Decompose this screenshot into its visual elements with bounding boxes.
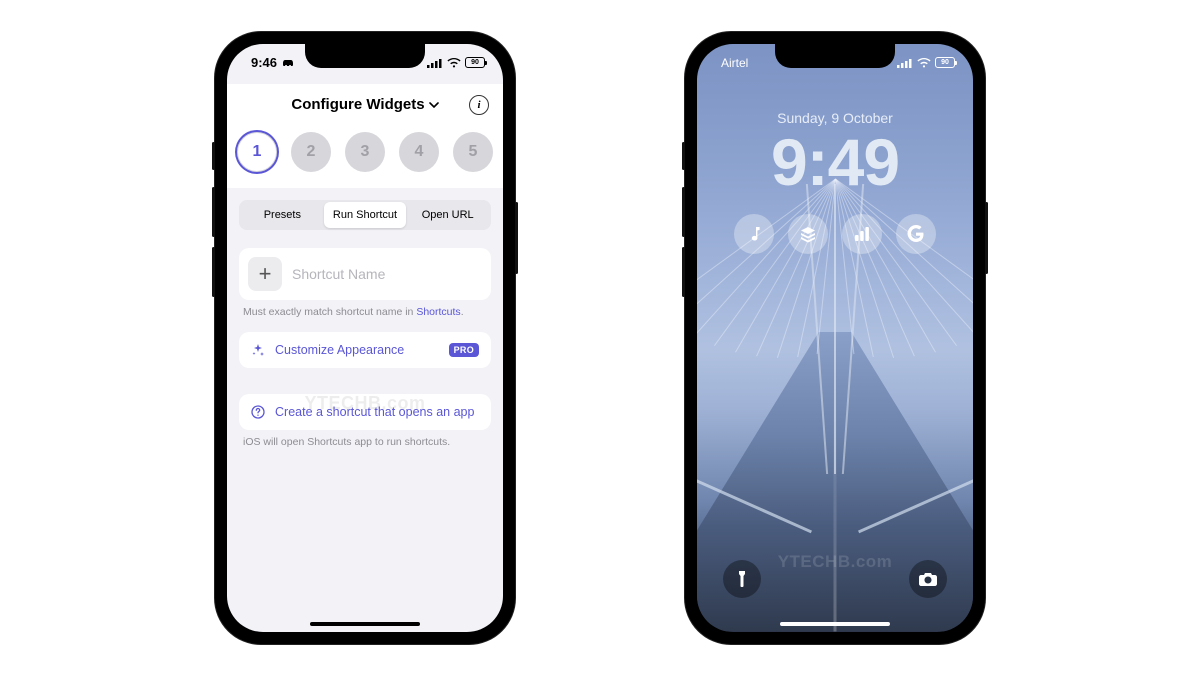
shortcut-name-input[interactable] xyxy=(292,266,482,282)
sparkle-icon xyxy=(251,343,265,357)
battery-icon: 90 xyxy=(465,57,485,68)
cellular-icon xyxy=(427,58,443,68)
slot-2[interactable]: 2 xyxy=(291,132,331,172)
battery-icon: 90 xyxy=(935,57,955,68)
home-indicator[interactable] xyxy=(780,622,890,626)
wifi-icon xyxy=(447,58,461,68)
carplay-icon xyxy=(281,58,295,68)
phone-right: Airtel 90 Sunday, 9 October 9:49 YTECH xyxy=(685,32,985,644)
lockscreen-widgets xyxy=(697,214,973,254)
wifi-icon xyxy=(917,58,931,68)
widget-music[interactable] xyxy=(734,214,774,254)
slot-3[interactable]: 3 xyxy=(345,132,385,172)
segment-run-shortcut[interactable]: Run Shortcut xyxy=(324,202,407,228)
customize-appearance-button[interactable]: Customize Appearance PRO xyxy=(239,332,491,368)
nav-title-dropdown[interactable]: Configure Widgets xyxy=(291,96,438,113)
pro-badge: PRO xyxy=(449,343,479,357)
widget-chart[interactable] xyxy=(842,214,882,254)
slot-5[interactable]: 5 xyxy=(453,132,493,172)
phone-left: 9:46 90 Configure Widgets i 1 2 3 4 5 xyxy=(215,32,515,644)
status-time: 9:46 xyxy=(251,55,277,70)
notch xyxy=(775,44,895,68)
widget-stack[interactable] xyxy=(788,214,828,254)
run-hint: iOS will open Shortcuts app to run short… xyxy=(239,430,491,448)
slot-4[interactable]: 4 xyxy=(399,132,439,172)
shortcut-icon-picker[interactable]: + xyxy=(248,257,282,291)
camera-button[interactable] xyxy=(909,560,947,598)
music-note-icon xyxy=(745,225,763,243)
info-button[interactable]: i xyxy=(469,95,489,115)
shortcut-hint: Must exactly match shortcut name in Shor… xyxy=(239,300,491,318)
cellular-icon xyxy=(897,58,913,68)
segment-open-url[interactable]: Open URL xyxy=(406,202,489,228)
action-type-segmented: Presets Run Shortcut Open URL xyxy=(239,200,491,230)
home-indicator[interactable] xyxy=(310,622,420,626)
widget-slot-selector: 1 2 3 4 5 xyxy=(227,126,503,188)
google-icon xyxy=(906,224,926,244)
shortcuts-app-link[interactable]: Shortcuts xyxy=(416,306,460,318)
watermark: YTECHB.com xyxy=(227,393,503,414)
segment-presets[interactable]: Presets xyxy=(241,202,324,228)
bars-icon xyxy=(853,225,871,243)
stack-icon xyxy=(798,224,818,244)
flashlight-button[interactable] xyxy=(723,560,761,598)
nav-bar: Configure Widgets i xyxy=(227,84,503,126)
status-carrier: Airtel xyxy=(721,56,748,70)
widget-google[interactable] xyxy=(896,214,936,254)
notch xyxy=(305,44,425,68)
chevron-down-icon xyxy=(429,102,439,108)
lockscreen-time[interactable]: 9:49 xyxy=(697,124,973,200)
slot-1[interactable]: 1 xyxy=(237,132,277,172)
flashlight-icon xyxy=(735,570,749,588)
camera-icon xyxy=(919,572,937,586)
